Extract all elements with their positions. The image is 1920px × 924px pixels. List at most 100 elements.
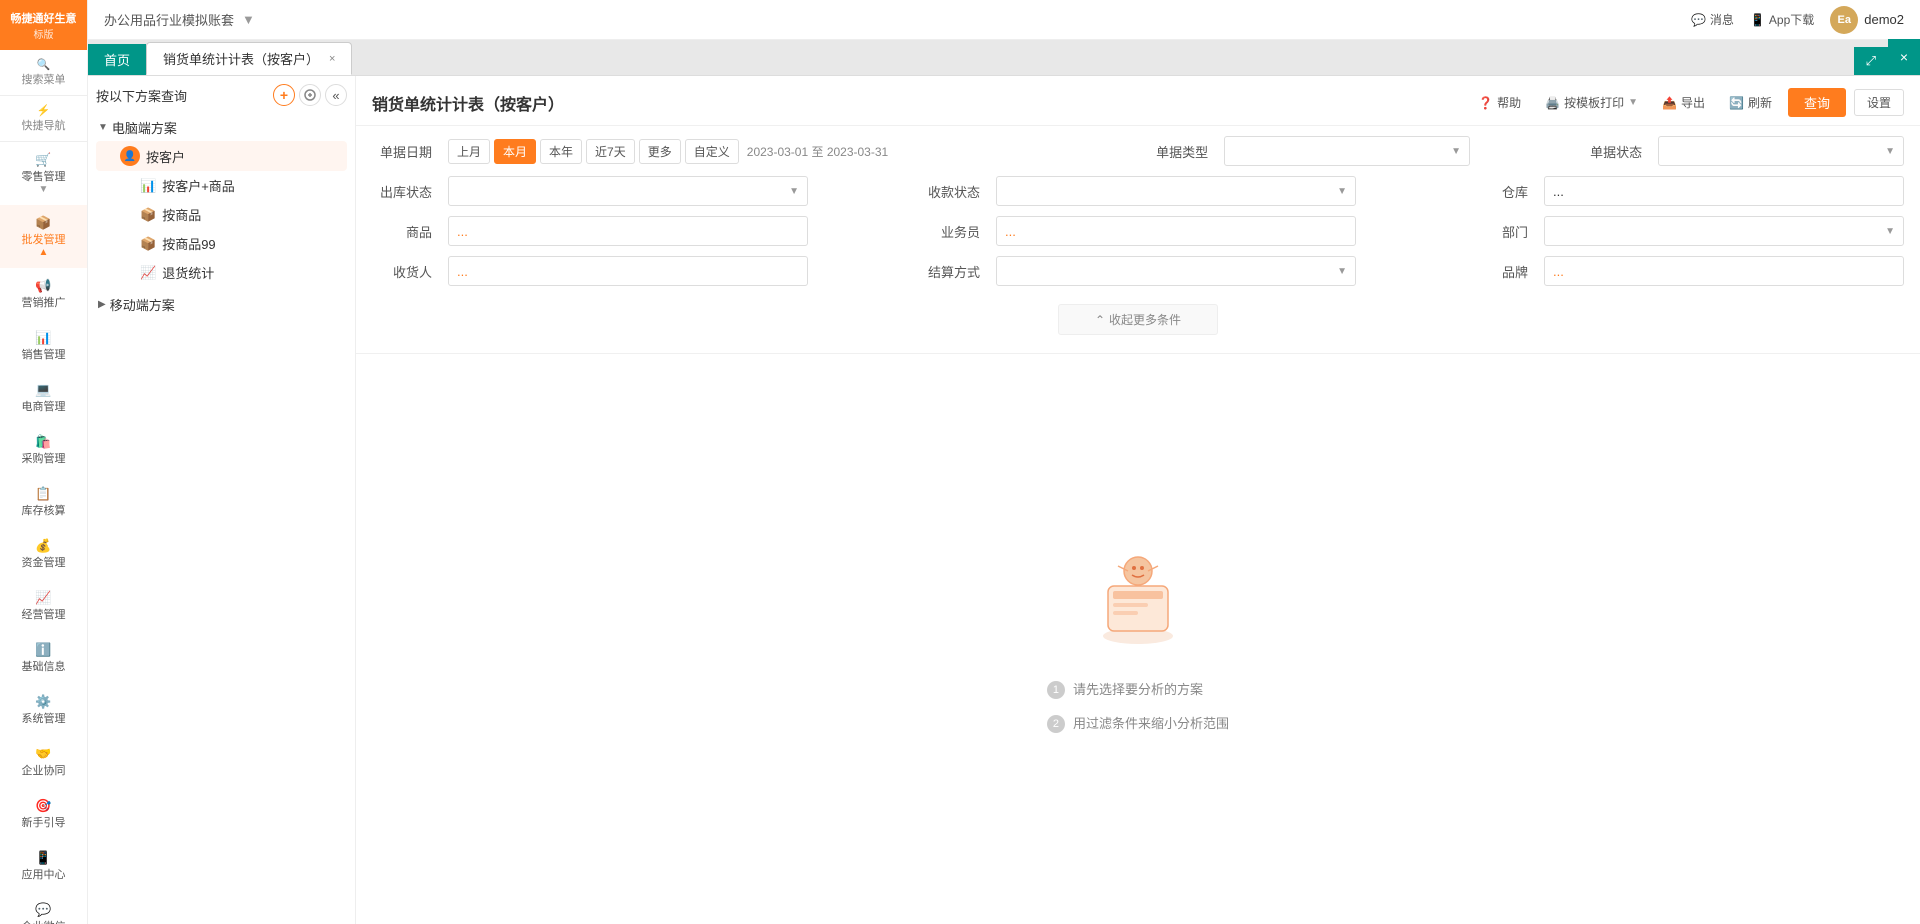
industry-dropdown-icon[interactable]: ▼	[242, 12, 255, 27]
sidebar-item-label: 零售管理	[22, 168, 66, 184]
salesperson-select[interactable]: ...	[996, 216, 1356, 246]
tree-item-by-product-99[interactable]: 📦 按商品99	[116, 229, 347, 258]
date-btn-prev-month[interactable]: 上月	[448, 139, 490, 164]
sidebar-item-label: 基础信息	[22, 658, 66, 674]
refresh-btn[interactable]: 🔄 刷新	[1721, 90, 1780, 115]
warehouse-select[interactable]: ...	[1544, 176, 1904, 206]
refresh-icon: 🔄	[1729, 96, 1744, 110]
tab-home[interactable]: 首页	[88, 44, 146, 75]
payment-status-label: 收款状态	[920, 182, 980, 201]
date-btn-current-month[interactable]: 本月	[494, 139, 536, 164]
expand-icon: ⤢	[1866, 53, 1876, 69]
export-label: 导出	[1681, 94, 1705, 111]
sidebar-item-finance[interactable]: 💰 资金管理	[0, 528, 87, 580]
payment-status-select[interactable]: ▼	[996, 176, 1356, 206]
app-download-label: App下载	[1769, 11, 1814, 28]
settlement-label: 结算方式	[920, 262, 980, 281]
sidebar-item-inventory[interactable]: 📋 库存核算	[0, 476, 87, 528]
empty-step-1: 1 请先选择要分析的方案	[1047, 677, 1229, 703]
sidebar-item-wholesale[interactable]: 📦 批发管理 ▲	[0, 205, 87, 268]
sidebar-item-purchase[interactable]: 🛍️ 采购管理	[0, 424, 87, 476]
sidebar-item-appcenter[interactable]: 📱 应用中心	[0, 840, 87, 892]
tree-item-by-customer[interactable]: 👤 按客户	[96, 141, 347, 171]
sidebar-item-ecommerce[interactable]: 💻 电商管理	[0, 372, 87, 424]
sidebar-item-marketing[interactable]: 📢 营销推广	[0, 268, 87, 320]
sidebar-item-enterprise[interactable]: 🤝 企业协同	[0, 736, 87, 788]
scheme-edit-btn[interactable]	[299, 84, 321, 106]
sidebar-item-label: 营销推广	[22, 294, 66, 310]
export-btn[interactable]: 📤 导出	[1654, 90, 1713, 115]
tab-active[interactable]: 销货单统计计表（按客户） ×	[146, 42, 352, 75]
right-content: 销货单统计计表（按客户） ❓ 帮助 🖨️ 按模板打印 ▼ 📤 导出	[356, 76, 1920, 924]
app-download-btn[interactable]: 📱 App下载	[1750, 11, 1814, 28]
tree-item-by-product[interactable]: 📦 按商品	[116, 200, 347, 229]
product-select[interactable]: ...	[448, 216, 808, 246]
tree-group-mobile: ▶ 移动端方案	[96, 291, 347, 318]
scheme-add-btn[interactable]: +	[273, 84, 295, 106]
tree-group-mobile-header[interactable]: ▶ 移动端方案	[96, 291, 347, 318]
sidebar-item-label: 系统管理	[22, 710, 66, 726]
top-bar-right: 💬 消息 📱 App下载 Ea demo2	[1691, 6, 1904, 34]
out-status-select[interactable]: ▼	[448, 176, 808, 206]
system-icon: ⚙️	[35, 694, 51, 710]
date-range: 2023-03-01 至 2023-03-31	[747, 143, 888, 160]
receiver-select[interactable]: ...	[448, 256, 808, 286]
tree-item-label: 按客户	[146, 147, 185, 166]
sidebar-item-newbie[interactable]: 🎯 新手引导	[0, 788, 87, 840]
date-btn-custom[interactable]: 自定义	[685, 139, 739, 164]
sidebar-item-retail[interactable]: 🛒 零售管理 ▼	[0, 142, 87, 205]
print-dropdown-icon[interactable]: ▼	[1628, 97, 1638, 108]
order-status-select[interactable]: ▼	[1658, 136, 1904, 166]
finance-icon: 💰	[35, 538, 51, 554]
marketing-icon: 📢	[35, 278, 51, 294]
tab-active-label: 销货单统计计表（按客户）	[163, 49, 319, 68]
tree-item-label: 退货统计	[162, 263, 214, 282]
top-bar: 办公用品行业模拟账套 ▼ 💬 消息 📱 App下载 Ea demo2	[88, 0, 1920, 40]
tree-item-by-customer-product[interactable]: 📊 按客户+商品	[116, 171, 347, 200]
tab-close-btn[interactable]: ×	[1888, 39, 1920, 75]
tree-item-return-stats[interactable]: 📈 退货统计	[116, 258, 347, 287]
brand-select[interactable]: ...	[1544, 256, 1904, 286]
tab-expand-btn[interactable]: ⤢	[1854, 47, 1888, 75]
date-btn-more[interactable]: 更多	[639, 139, 681, 164]
tab-bar: 首页 销货单统计计表（按客户） × ⤢ ×	[88, 40, 1920, 76]
avatar: Ea	[1830, 6, 1858, 34]
return-icon: 📈	[140, 265, 156, 281]
query-btn[interactable]: 查询	[1788, 88, 1846, 117]
warehouse-value: ...	[1553, 184, 1564, 199]
sidebar-item-wechat[interactable]: 💬 企业微信	[0, 892, 87, 924]
sidebar-item-search-menu[interactable]: 🔍 搜索菜单	[0, 50, 87, 96]
newbie-icon: 🎯	[35, 798, 51, 814]
message-btn[interactable]: 💬 消息	[1691, 11, 1734, 28]
scheme-collapse-btn[interactable]: «	[325, 84, 347, 106]
sidebar-item-label: 应用中心	[22, 866, 66, 882]
page-actions: ❓ 帮助 🖨️ 按模板打印 ▼ 📤 导出 🔄 刷新	[1470, 88, 1904, 117]
print-btn[interactable]: 🖨️ 按模板打印 ▼	[1537, 90, 1646, 115]
order-type-select[interactable]: ▼	[1224, 136, 1470, 166]
tab-close-icon[interactable]: ×	[329, 53, 335, 65]
tree-group-pc-header[interactable]: ▼ 电脑端方案	[96, 114, 347, 141]
date-btn-7days[interactable]: 近7天	[586, 139, 635, 164]
sidebar-item-label: 企业微信	[22, 918, 66, 924]
user-area[interactable]: Ea demo2	[1830, 6, 1904, 34]
export-icon: 📤	[1662, 96, 1677, 110]
tree-item-label: 按商品99	[162, 234, 215, 253]
help-btn[interactable]: ❓ 帮助	[1470, 90, 1529, 115]
print-label: 按模板打印	[1564, 94, 1624, 111]
collapse-btn[interactable]: ⌃ 收起更多条件	[1058, 304, 1218, 335]
sidebar-item-basic[interactable]: ℹ️ 基础信息	[0, 632, 87, 684]
sidebar-item-sales[interactable]: 📊 销售管理	[0, 320, 87, 372]
message-icon: 💬	[1691, 13, 1706, 27]
date-btn-current-year[interactable]: 本年	[540, 139, 582, 164]
brand-value: ...	[1553, 264, 1564, 279]
collapse-icon: ⌃	[1095, 313, 1105, 327]
sidebar-item-quick-nav[interactable]: ⚡ 快捷导航	[0, 96, 87, 142]
settlement-select[interactable]: ▼	[996, 256, 1356, 286]
sidebar-item-system[interactable]: ⚙️ 系统管理	[0, 684, 87, 736]
sidebar-item-operation[interactable]: 📈 经营管理	[0, 580, 87, 632]
scheme-tree: ▼ 电脑端方案 👤 按客户 📊 按客户+商品 📦	[96, 114, 347, 318]
settings-btn[interactable]: 设置	[1854, 89, 1904, 116]
department-select[interactable]: ▼	[1544, 216, 1904, 246]
chevron-down-icon: ▼	[789, 186, 799, 197]
wechat-icon: 💬	[35, 902, 51, 918]
